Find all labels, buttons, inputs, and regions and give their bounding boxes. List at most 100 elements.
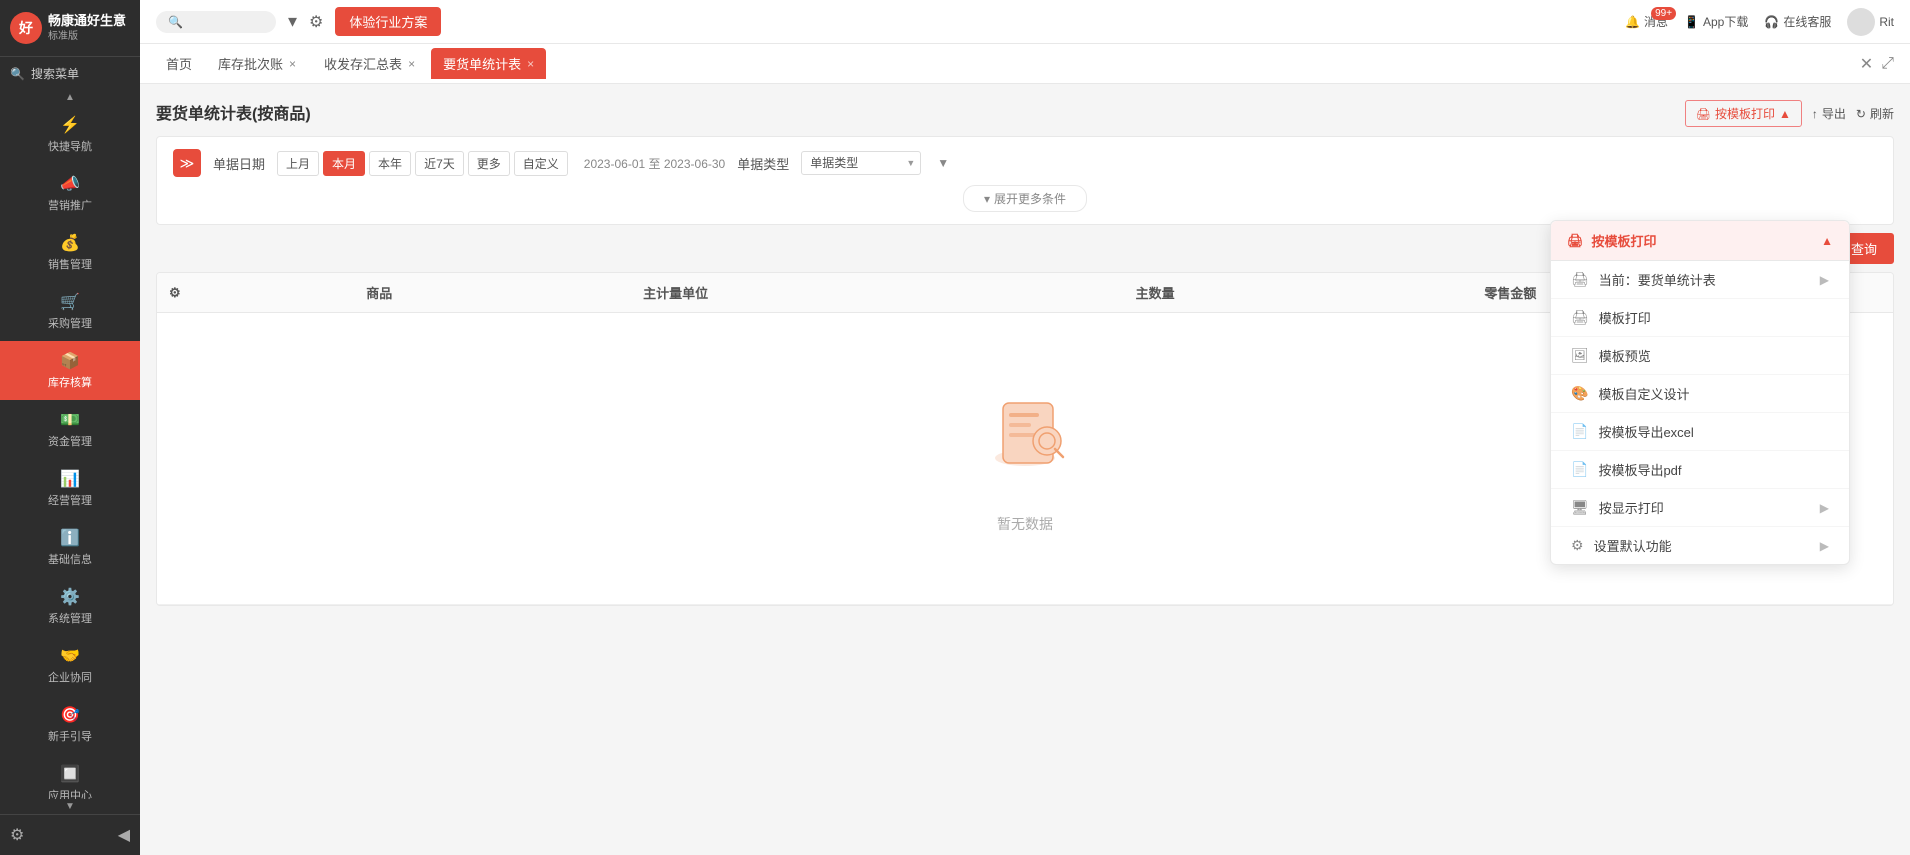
template-export-pdf-item[interactable]: 📄 按模板导出pdf	[1551, 451, 1849, 489]
tab-receivable-label: 收发存汇总表	[324, 54, 402, 73]
online-service-btn[interactable]: 🎧 在线客服	[1764, 13, 1831, 30]
service-label: 在线客服	[1783, 13, 1831, 30]
order-type-dropdown-arrow: ▼	[937, 156, 949, 170]
filter-bar: ≫ 单据日期 上月 本月 本年 近7天 更多 自定义 2023-06-01 至 …	[156, 136, 1894, 225]
tab-batch-account-close[interactable]: ×	[289, 57, 296, 71]
tab-expand-icon[interactable]: ⤢	[1881, 55, 1894, 73]
template-preview-item[interactable]: 🖼 模板预览	[1551, 337, 1849, 375]
settings-bottom-icon[interactable]: ⚙	[10, 825, 24, 845]
filter-expand-icon[interactable]: ≫	[173, 149, 201, 177]
sidebar-item-marketing[interactable]: 📣 营销推广	[0, 164, 140, 223]
top-bar: 🔍 ▾ ⚙ 体验行业方案 🔔 消息 99+ 📱 App下载 🎧 在线客服 Rit	[140, 0, 1910, 44]
notification-icon: 🔔	[1625, 15, 1640, 29]
date-btn-last-7-days[interactable]: 近7天	[415, 151, 464, 176]
sidebar: 好 畅康通好生意 标准版 🔍 搜索菜单 ▲ ⚡ 快捷导航 📣 营销推广 💰 销售…	[0, 0, 140, 855]
date-btn-custom[interactable]: 自定义	[514, 151, 568, 176]
topbar-gear-icon[interactable]: ⚙	[309, 12, 323, 32]
display-print-item[interactable]: 🖥 按显示打印 ▶	[1551, 489, 1849, 527]
current-template-label: 当前：要货单统计表	[1599, 270, 1716, 289]
print-chevron-up: ▲	[1779, 107, 1791, 121]
operation-icon: 📊	[60, 469, 80, 489]
sidebar-item-sales[interactable]: 💰 销售管理	[0, 223, 140, 282]
order-type-select-wrap: 单据类型	[801, 151, 921, 175]
display-print-icon: 🖥	[1571, 499, 1589, 516]
app-tag: 标准版	[48, 30, 126, 43]
page-area: 要货单统计表(按商品) ≫ 单据日期 上月 本月 本年 近7天 更多 自定义 2…	[140, 84, 1910, 855]
marketing-icon: 📣	[60, 174, 80, 194]
tab-order-close[interactable]: ×	[527, 57, 534, 71]
current-template-arrow: ▶	[1820, 273, 1829, 287]
user-avatar	[1847, 8, 1875, 36]
sidebar-item-purchase[interactable]: 🛒 采购管理	[0, 282, 140, 341]
purchase-icon: 🛒	[60, 292, 80, 312]
search-icon: 🔍	[168, 15, 183, 29]
column-settings-icon[interactable]: ⚙	[169, 285, 181, 300]
top-search-box[interactable]: 🔍	[156, 11, 276, 33]
export-btn[interactable]: ↑ 导出	[1812, 105, 1846, 122]
trial-industry-btn[interactable]: 体验行业方案	[335, 7, 441, 36]
app-logo-text: 畅康通好生意 标准版	[48, 13, 126, 43]
template-export-excel-label: 按模板导出excel	[1598, 422, 1693, 441]
template-export-excel-icon: 📄	[1571, 423, 1588, 440]
print-icon: 🖨	[1696, 107, 1711, 121]
basic-info-icon: ℹ️	[60, 528, 80, 548]
template-export-pdf-label: 按模板导出pdf	[1598, 460, 1681, 479]
sidebar-item-app-center[interactable]: 🔲 应用中心	[0, 754, 140, 799]
scroll-up-arrow[interactable]: ▲	[65, 92, 75, 103]
sidebar-item-sys-admin[interactable]: ⚙️ 系统管理	[0, 577, 140, 636]
template-custom-icon: 🎨	[1571, 385, 1588, 402]
date-range-display: 2023-06-01 至 2023-06-30	[584, 155, 725, 172]
finance-icon: 💵	[60, 410, 80, 430]
tab-bar-right: ✕ ⤢	[1860, 54, 1894, 74]
sidebar-search[interactable]: 🔍 搜索菜单	[0, 57, 140, 90]
print-template-btn[interactable]: 🖨 按模板打印 ▲	[1685, 100, 1802, 127]
sidebar-nav: ⚡ 快捷导航 📣 营销推广 💰 销售管理 🛒 采购管理 📦 库存核算 💵 资金管…	[0, 105, 140, 799]
template-print-label: 模板打印	[1599, 308, 1651, 327]
sales-icon: 💰	[60, 233, 80, 253]
collapse-sidebar-icon[interactable]: ◀	[118, 825, 130, 845]
print-dropdown-close-icon[interactable]: ▲	[1821, 234, 1833, 248]
template-print-item[interactable]: 🖨 模板打印	[1551, 299, 1849, 337]
sidebar-item-basic-info[interactable]: ℹ️ 基础信息	[0, 518, 140, 577]
tab-home[interactable]: 首页	[156, 48, 202, 79]
search-icon: 🔍	[10, 67, 25, 81]
display-print-arrow: ▶	[1820, 501, 1829, 515]
expand-icon: ▾	[984, 192, 990, 206]
newbie-icon: 🎯	[60, 705, 80, 725]
date-btn-more[interactable]: 更多	[468, 151, 510, 176]
expand-conditions-btn[interactable]: ▾ 展开更多条件	[963, 185, 1087, 212]
refresh-btn[interactable]: ↻ 刷新	[1856, 105, 1894, 122]
current-template-item[interactable]: 🖨 当前：要货单统计表 ▶	[1551, 261, 1849, 299]
page-top-right-toolbar: 🖨 按模板打印 ▲ ↑ 导出 ↻ 刷新	[1685, 100, 1894, 127]
sidebar-item-enterprise[interactable]: 🤝 企业协同	[0, 636, 140, 695]
user-avatar-area[interactable]: Rit	[1847, 8, 1894, 36]
date-btn-current-year[interactable]: 本年	[369, 151, 411, 176]
date-btn-prev-month[interactable]: 上月	[277, 151, 319, 176]
tab-close-all-icon[interactable]: ✕	[1860, 54, 1873, 74]
col-product: 商品	[354, 273, 631, 313]
sidebar-item-newbie[interactable]: 🎯 新手引导	[0, 695, 140, 754]
template-preview-label: 模板预览	[1599, 346, 1651, 365]
notification-btn[interactable]: 🔔 消息 99+	[1625, 13, 1668, 30]
tab-receivable-summary[interactable]: 收发存汇总表 ×	[312, 48, 427, 79]
sidebar-item-quick-nav[interactable]: ⚡ 快捷导航	[0, 105, 140, 164]
tab-receivable-close[interactable]: ×	[408, 57, 415, 71]
template-preview-icon: 🖼	[1571, 347, 1589, 364]
template-export-excel-item[interactable]: 📄 按模板导出excel	[1551, 413, 1849, 451]
order-type-select[interactable]: 单据类型	[801, 151, 921, 175]
nav-dropdown-icon[interactable]: ▾	[288, 11, 297, 32]
display-print-label: 按显示打印	[1599, 498, 1664, 517]
notification-badge: 99+	[1651, 7, 1676, 20]
sidebar-item-operation[interactable]: 📊 经营管理	[0, 459, 140, 518]
tab-order-summary[interactable]: 要货单统计表 ×	[431, 48, 546, 79]
sidebar-item-inventory[interactable]: 📦 库存核算	[0, 341, 140, 400]
app-download-btn[interactable]: 📱 App下载	[1684, 13, 1748, 30]
template-custom-item[interactable]: 🎨 模板自定义设计	[1551, 375, 1849, 413]
print-dropdown-header: 🖨 按模板打印 ▲	[1551, 221, 1849, 261]
scroll-down-arrow[interactable]: ▼	[65, 801, 75, 812]
date-btn-current-month[interactable]: 本月	[323, 151, 365, 176]
set-default-item[interactable]: ⚙ 设置默认功能 ▶	[1551, 527, 1849, 564]
tab-batch-account[interactable]: 库存批次账 ×	[206, 48, 308, 79]
col-unit: 主计量单位	[631, 273, 1124, 313]
sidebar-item-finance[interactable]: 💵 资金管理	[0, 400, 140, 459]
